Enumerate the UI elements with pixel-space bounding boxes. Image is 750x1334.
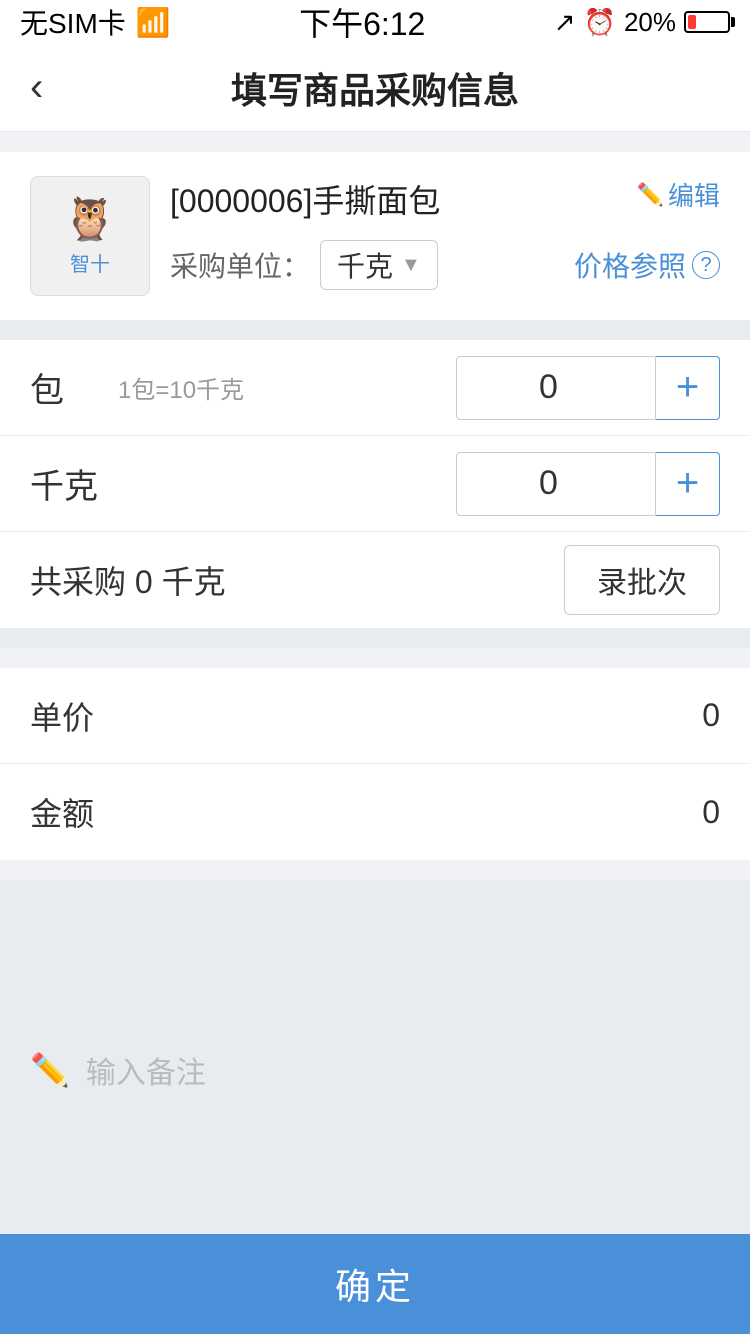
edit-button[interactable]: ✏️ 编辑 (637, 176, 720, 213)
total-text: 共采购 0 千克 (30, 557, 226, 603)
nav-bar: ‹ 填写商品采购信息 (0, 44, 750, 132)
bag-input-group: + (456, 356, 720, 420)
unit-price-row: 单价 0 (0, 668, 750, 764)
confirm-button[interactable]: 确定 (0, 1234, 750, 1334)
page-title: 填写商品采购信息 (231, 62, 519, 114)
amount-label: 金额 (30, 789, 94, 835)
unit-label: 采购单位： (170, 245, 310, 285)
kg-label: 千克 (30, 459, 110, 508)
product-logo-icon: 🦉 (64, 195, 116, 244)
input-section: 包 1包=10千克 + 千克 + (0, 340, 750, 532)
batch-record-button[interactable]: 录批次 (564, 545, 720, 615)
status-time: 下午6:12 (299, 0, 425, 45)
alarm-icon: ⏰ (584, 7, 616, 38)
bag-quantity-input[interactable] (456, 356, 656, 420)
amount-value: 0 (702, 794, 720, 831)
product-thumbnail: 🦉 智十 (30, 176, 150, 296)
status-bar: 无SIM卡 📶 下午6:12 ↗ ⏰ 20% (0, 0, 750, 44)
status-right: ↗ ⏰ 20% (554, 7, 730, 38)
kg-input-group: + (456, 452, 720, 516)
bag-input-row: 包 1包=10千克 + (0, 340, 750, 436)
product-card: 🦉 智十 [0000006]手撕面包 ✏️ 编辑 采购单位： 千克 ▼ 价格参照 (0, 152, 750, 320)
bag-sublabel: 1包=10千克 (118, 370, 244, 405)
bag-label: 包 (30, 363, 110, 412)
product-name: [0000006]手撕面包 (170, 176, 440, 222)
kg-plus-button[interactable]: + (656, 452, 720, 516)
bag-plus-button[interactable]: + (656, 356, 720, 420)
price-reference-button[interactable]: 价格参照 ? (574, 245, 720, 285)
kg-input-row: 千克 + (0, 436, 750, 532)
total-row: 共采购 0 千克 录批次 (0, 532, 750, 628)
battery-label: 20% (624, 7, 676, 38)
section-divider-1 (0, 320, 750, 340)
section-divider-2 (0, 628, 750, 648)
wifi-icon: 📶 (136, 6, 171, 39)
location-icon: ↗ (554, 7, 576, 38)
product-thumb-text: 智十 (70, 248, 110, 277)
battery-icon (684, 11, 730, 33)
status-left: 无SIM卡 📶 (20, 2, 171, 42)
unit-price-label: 单价 (30, 693, 94, 739)
pencil-icon: ✏️ (30, 1051, 70, 1089)
unit-value: 千克 (337, 245, 393, 285)
remark-placeholder: 输入备注 (86, 1048, 206, 1092)
unit-selector[interactable]: 千克 ▼ (320, 240, 438, 290)
back-button[interactable]: ‹ (30, 55, 63, 120)
help-icon: ? (692, 251, 720, 279)
unit-dropdown-arrow: ▼ (401, 254, 421, 277)
amount-row: 金额 0 (0, 764, 750, 860)
kg-quantity-input[interactable] (456, 452, 656, 516)
unit-price-value: 0 (702, 697, 720, 734)
price-info-section: 单价 0 金额 0 (0, 668, 750, 860)
unit-row-left: 采购单位： 千克 ▼ (170, 240, 438, 290)
total-value: 0 (135, 564, 153, 600)
remark-section[interactable]: ✏️ 输入备注 (0, 880, 750, 1260)
product-info: [0000006]手撕面包 ✏️ 编辑 采购单位： 千克 ▼ 价格参照 ? (170, 176, 720, 290)
carrier-label: 无SIM卡 (20, 2, 126, 42)
